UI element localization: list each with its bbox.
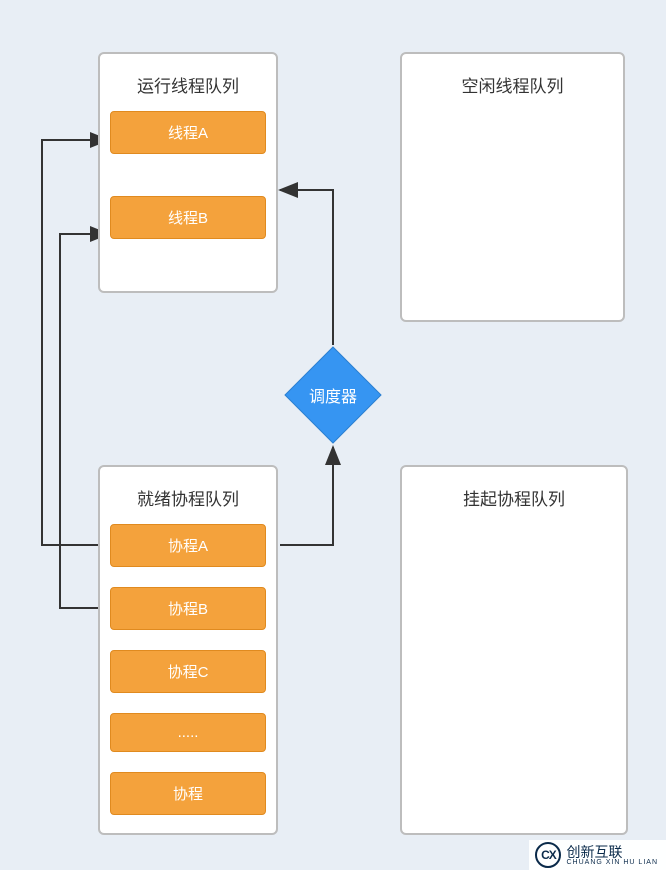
suspended-coroutine-queue-panel: 挂起协程队列 xyxy=(400,465,628,835)
scheduler-node: 调度器 xyxy=(283,345,383,445)
coroutine-item: 协程B xyxy=(110,587,266,630)
watermark-brand: 创新互联 xyxy=(566,845,658,859)
watermark-sub: CHUANG XIN HU LIAN xyxy=(566,859,658,866)
running-queue-title: 运行线程队列 xyxy=(110,72,266,97)
ready-coroutine-queue-panel: 就绪协程队列 协程A 协程B 协程C ..... 协程 xyxy=(98,465,278,835)
scheduler-label: 调度器 xyxy=(283,345,383,445)
coroutine-item: ..... xyxy=(110,713,266,752)
ready-queue-title: 就绪协程队列 xyxy=(110,485,266,510)
idle-queue-title: 空闲线程队列 xyxy=(412,72,613,97)
watermark: CX 创新互联 CHUANG XIN HU LIAN xyxy=(529,840,666,870)
watermark-logo-icon: CX xyxy=(535,842,561,868)
running-thread-queue-panel: 运行线程队列 线程A 线程B xyxy=(98,52,278,293)
coroutine-item: 协程 xyxy=(110,772,266,815)
suspended-queue-title: 挂起协程队列 xyxy=(412,485,616,510)
coroutine-item: 协程C xyxy=(110,650,266,693)
idle-thread-queue-panel: 空闲线程队列 xyxy=(400,52,625,322)
coroutine-item: 协程A xyxy=(110,524,266,567)
thread-item: 线程A xyxy=(110,111,266,154)
thread-item: 线程B xyxy=(110,196,266,239)
